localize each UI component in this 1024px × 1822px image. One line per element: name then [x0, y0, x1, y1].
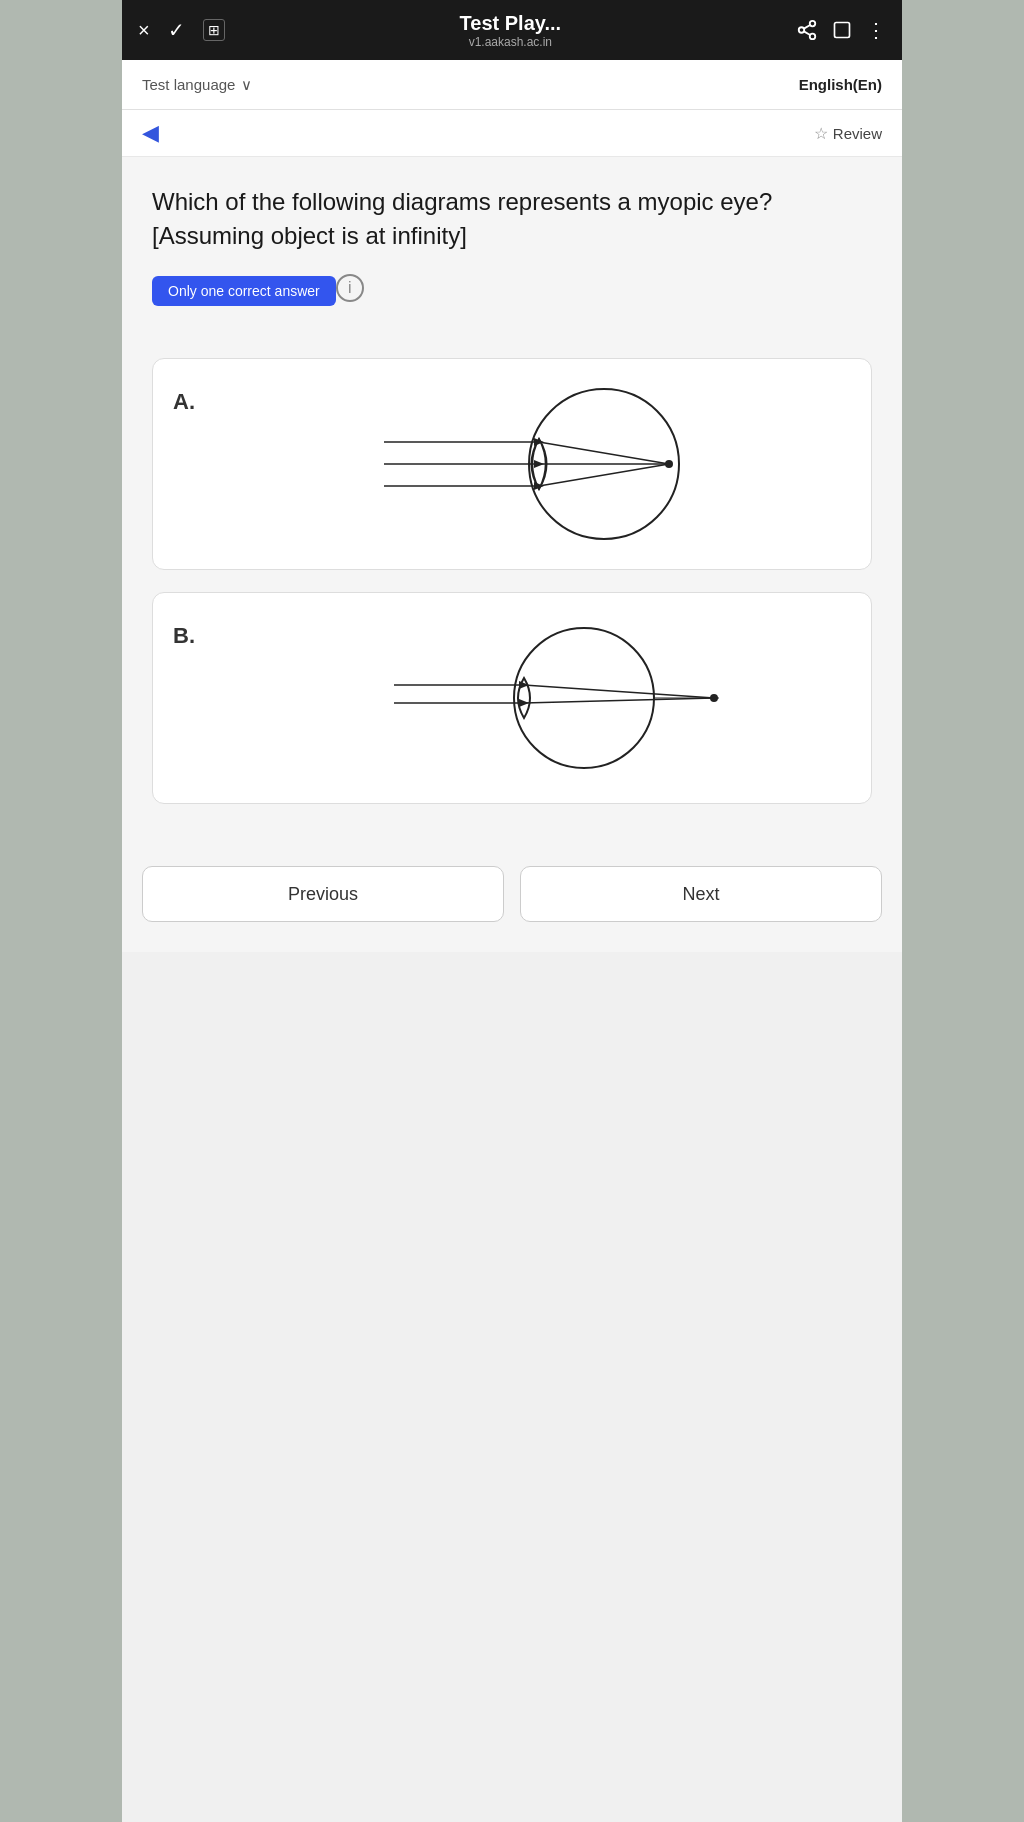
review-button[interactable]: ☆ Review [814, 124, 882, 143]
app-subtitle: v1.aakash.ac.in [469, 35, 552, 49]
back-icon: ◀ [142, 120, 159, 145]
top-bar-right: ⋮ [796, 18, 886, 42]
bookmark-button[interactable] [832, 19, 852, 41]
check-icon: ✓ [168, 18, 185, 42]
top-bar-center: Test Play... v1.aakash.ac.in [460, 12, 562, 49]
svg-rect-5 [835, 23, 850, 38]
option-b-svg [324, 613, 744, 783]
review-label: Review [833, 125, 882, 142]
check-button[interactable]: ✓ [168, 18, 185, 42]
option-a-label: A. [173, 389, 203, 415]
lang-label: Test language [142, 76, 235, 93]
app-title: Test Play... [460, 12, 562, 35]
option-a-card[interactable]: A. [152, 358, 872, 570]
grid-icon: ⊞ [208, 22, 220, 38]
top-bar: × ✓ ⊞ Test Play... v1.aakash.ac.in [122, 0, 902, 60]
svg-point-16 [665, 460, 673, 468]
svg-point-17 [514, 628, 654, 768]
svg-line-4 [804, 25, 810, 29]
answer-type-badge[interactable]: Only one correct answer [152, 276, 336, 306]
share-button[interactable] [796, 19, 818, 41]
svg-point-1 [799, 27, 805, 33]
close-button[interactable]: × [138, 19, 150, 42]
option-b-diagram [217, 613, 851, 783]
lang-bar: Test language ∨ English(En) [122, 60, 902, 110]
previous-button[interactable]: Previous [142, 866, 504, 922]
option-b-card[interactable]: B. [152, 592, 872, 804]
top-bar-left: × ✓ ⊞ [138, 18, 225, 42]
lang-chevron: ∨ [241, 76, 252, 94]
svg-point-0 [810, 21, 816, 27]
lang-value: English(En) [799, 76, 882, 93]
main-content: Which of the following diagrams represen… [122, 157, 902, 846]
question-text: Which of the following diagrams represen… [152, 185, 872, 252]
svg-line-3 [804, 31, 810, 35]
option-a-svg [324, 379, 744, 549]
phone-frame: × ✓ ⊞ Test Play... v1.aakash.ac.in [122, 0, 902, 1822]
bottom-nav: Previous Next [122, 846, 902, 952]
more-icon: ⋮ [866, 18, 886, 42]
grid-button[interactable]: ⊞ [203, 19, 225, 41]
next-button[interactable]: Next [520, 866, 882, 922]
info-icon[interactable]: i [336, 274, 364, 302]
option-b-label: B. [173, 623, 203, 649]
info-symbol: i [348, 279, 352, 297]
option-a-diagram [217, 379, 851, 549]
close-icon: × [138, 19, 150, 42]
review-star-icon: ☆ [814, 124, 828, 143]
back-button[interactable]: ◀ [142, 120, 159, 146]
more-button[interactable]: ⋮ [866, 18, 886, 42]
sub-nav: ◀ ☆ Review [122, 110, 902, 157]
svg-point-2 [810, 34, 816, 39]
